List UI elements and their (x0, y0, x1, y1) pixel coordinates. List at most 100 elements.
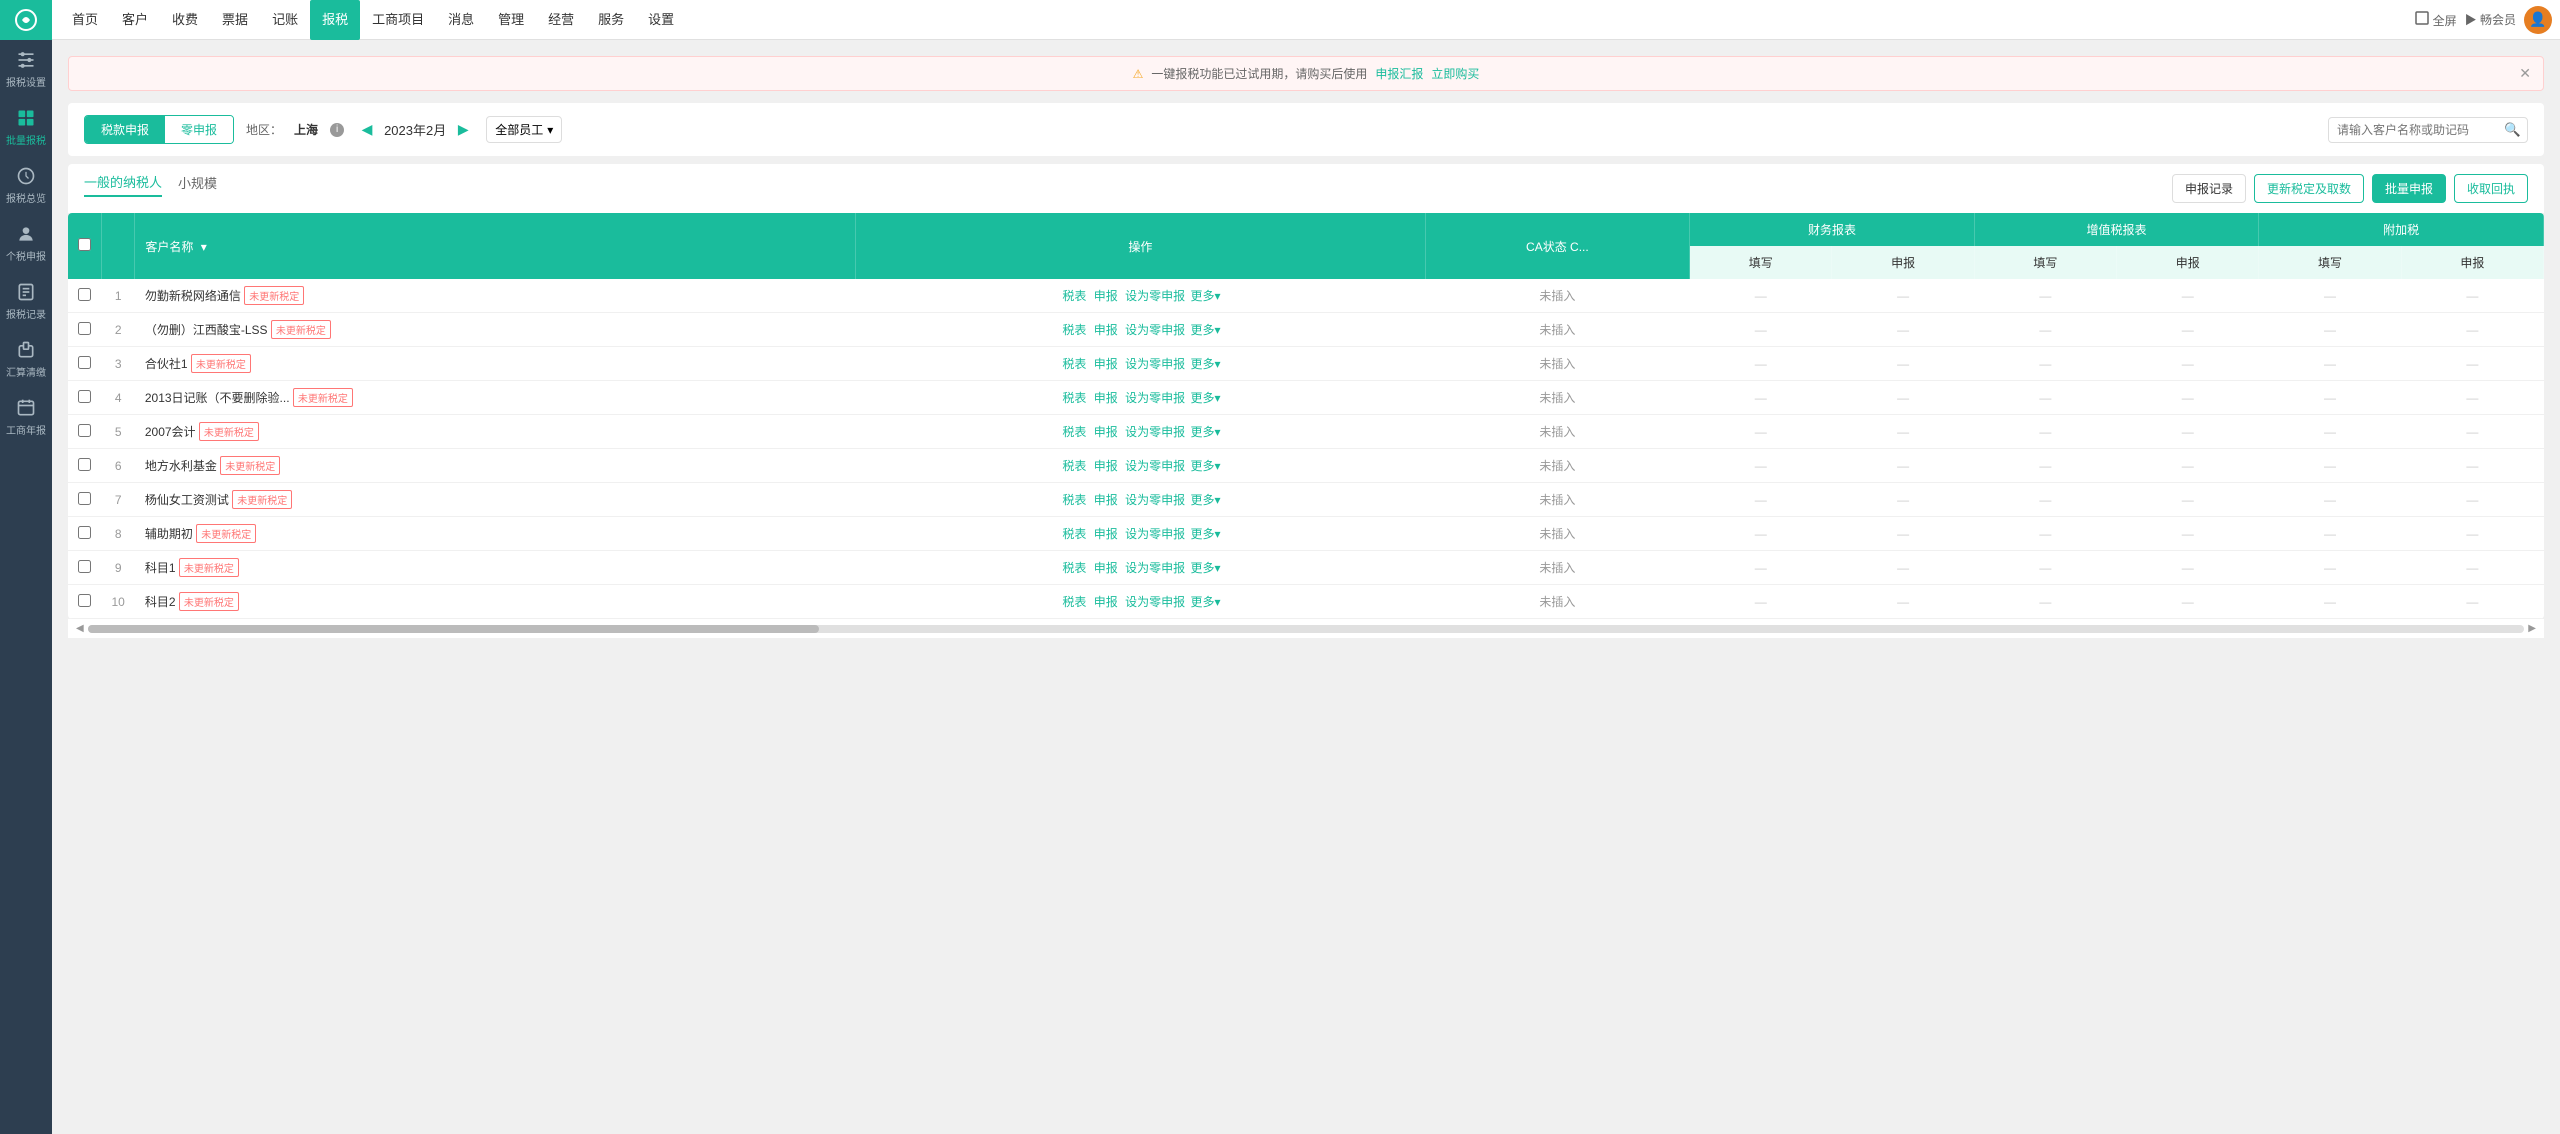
search-input[interactable] (2329, 119, 2498, 141)
tab-general-taxpayer[interactable]: 一般的纳税人 (84, 172, 162, 197)
row-checkbox-0[interactable] (78, 288, 91, 301)
member-btn[interactable]: ▶ 畅会员 (2465, 11, 2516, 28)
date-next-btn[interactable]: ▶ (452, 119, 474, 141)
sidebar-logo[interactable] (0, 0, 52, 40)
op-taxform-1[interactable]: 税表 (1062, 323, 1086, 337)
op-more-7[interactable]: 更多▾ (1190, 527, 1220, 541)
op-declare-1[interactable]: 申报 (1094, 323, 1118, 337)
nav-service[interactable]: 服务 (586, 0, 636, 40)
sidebar-item-tax-records[interactable]: 报税记录 (0, 272, 52, 330)
op-zero-9[interactable]: 设为零申报 (1125, 595, 1185, 609)
staff-select[interactable]: 全部员工 ▾ (486, 116, 562, 143)
nav-tax[interactable]: 报税 (310, 0, 360, 40)
op-taxform-5[interactable]: 税表 (1062, 459, 1086, 473)
op-declare-6[interactable]: 申报 (1094, 493, 1118, 507)
bulk-declare-btn[interactable]: 批量申报 (2372, 174, 2446, 203)
region-info-icon[interactable]: i (330, 123, 344, 137)
op-zero-4[interactable]: 设为零申报 (1125, 425, 1185, 439)
op-more-2[interactable]: 更多▾ (1190, 357, 1220, 371)
withdraw-btn[interactable]: 收取回执 (2454, 174, 2528, 203)
op-more-0[interactable]: 更多▾ (1190, 289, 1220, 303)
sidebar-item-tax-overview[interactable]: 报税总览 (0, 156, 52, 214)
row-checkbox-2[interactable] (78, 356, 91, 369)
declare-record-btn[interactable]: 申报记录 (2172, 174, 2246, 203)
row-checkbox-9[interactable] (78, 594, 91, 607)
row-extra-fill-1: — (2259, 313, 2401, 347)
op-taxform-8[interactable]: 税表 (1062, 561, 1086, 575)
op-more-4[interactable]: 更多▾ (1190, 425, 1220, 439)
avatar[interactable]: 👤 (2524, 6, 2552, 34)
nav-business[interactable]: 工商项目 (360, 0, 436, 40)
op-more-3[interactable]: 更多▾ (1190, 391, 1220, 405)
declare-summary-link[interactable]: 申报汇报 (1375, 65, 1423, 82)
op-zero-7[interactable]: 设为零申报 (1125, 527, 1185, 541)
nav-bookkeeping[interactable]: 记账 (260, 0, 310, 40)
op-zero-6[interactable]: 设为零申报 (1125, 493, 1185, 507)
sidebar-item-personal-tax[interactable]: 个税申报 (0, 214, 52, 272)
nav-billing[interactable]: 收费 (160, 0, 210, 40)
sidebar-item-annual-report[interactable]: 工商年报 (0, 388, 52, 446)
scroll-right-btn[interactable]: ▶ (2524, 623, 2540, 634)
op-zero-0[interactable]: 设为零申报 (1125, 289, 1185, 303)
op-more-9[interactable]: 更多▾ (1190, 595, 1220, 609)
op-declare-3[interactable]: 申报 (1094, 391, 1118, 405)
sort-icon[interactable]: ▾ (201, 240, 207, 254)
op-more-1[interactable]: 更多▾ (1190, 323, 1220, 337)
nav-invoice[interactable]: 票据 (210, 0, 260, 40)
search-button[interactable]: 🔍 (2498, 118, 2527, 142)
op-taxform-9[interactable]: 税表 (1062, 595, 1086, 609)
nav-client[interactable]: 客户 (110, 0, 160, 40)
op-more-6[interactable]: 更多▾ (1190, 493, 1220, 507)
buy-now-link[interactable]: 立即购买 (1431, 65, 1479, 82)
nav-operations[interactable]: 经营 (536, 0, 586, 40)
op-zero-1[interactable]: 设为零申报 (1125, 323, 1185, 337)
date-prev-btn[interactable]: ◀ (356, 119, 378, 141)
banner-close-btn[interactable]: ✕ (2519, 65, 2531, 82)
row-tax-fill-4: — (1974, 415, 2116, 449)
scroll-left-btn[interactable]: ◀ (72, 623, 88, 634)
sidebar-item-tax-settings[interactable]: 报税设置 (0, 40, 52, 98)
op-more-5[interactable]: 更多▾ (1190, 459, 1220, 473)
row-checkbox-6[interactable] (78, 492, 91, 505)
op-zero-2[interactable]: 设为零申报 (1125, 357, 1185, 371)
op-taxform-7[interactable]: 税表 (1062, 527, 1086, 541)
row-extra-fill-7: — (2259, 517, 2401, 551)
op-declare-4[interactable]: 申报 (1094, 425, 1118, 439)
op-declare-9[interactable]: 申报 (1094, 595, 1118, 609)
op-declare-7[interactable]: 申报 (1094, 527, 1118, 541)
op-declare-8[interactable]: 申报 (1094, 561, 1118, 575)
row-checkbox-3[interactable] (78, 390, 91, 403)
op-zero-5[interactable]: 设为零申报 (1125, 459, 1185, 473)
op-taxform-3[interactable]: 税表 (1062, 391, 1086, 405)
tab-zero-declare[interactable]: 零申报 (165, 116, 233, 143)
sidebar-item-bulk-tax[interactable]: 批量报税 (0, 98, 52, 156)
row-checkbox-4[interactable] (78, 424, 91, 437)
op-zero-3[interactable]: 设为零申报 (1125, 391, 1185, 405)
op-declare-0[interactable]: 申报 (1094, 289, 1118, 303)
op-taxform-6[interactable]: 税表 (1062, 493, 1086, 507)
row-checkbox-7[interactable] (78, 526, 91, 539)
bottom-scrollbar[interactable]: ◀ ▶ (68, 619, 2544, 638)
op-taxform-4[interactable]: 税表 (1062, 425, 1086, 439)
sidebar-item-accounting[interactable]: 汇算清缴 (0, 330, 52, 388)
row-checkbox-1[interactable] (78, 322, 91, 335)
op-declare-5[interactable]: 申报 (1094, 459, 1118, 473)
nav-message[interactable]: 消息 (436, 0, 486, 40)
op-declare-2[interactable]: 申报 (1094, 357, 1118, 371)
update-params-btn[interactable]: 更新税定及取数 (2254, 174, 2364, 203)
row-checkbox-8[interactable] (78, 560, 91, 573)
op-more-8[interactable]: 更多▾ (1190, 561, 1220, 575)
nav-settings[interactable]: 设置 (636, 0, 686, 40)
op-zero-8[interactable]: 设为零申报 (1125, 561, 1185, 575)
row-checkbox-5[interactable] (78, 458, 91, 471)
op-taxform-2[interactable]: 税表 (1062, 357, 1086, 371)
row-fin-declare-1: — (1832, 313, 1974, 347)
scroll-track[interactable] (88, 625, 2525, 633)
nav-home[interactable]: 首页 (60, 0, 110, 40)
nav-manage[interactable]: 管理 (486, 0, 536, 40)
select-all-checkbox[interactable] (78, 238, 91, 251)
tab-tax-declare[interactable]: 税款申报 (85, 116, 165, 143)
fullscreen-btn[interactable]: 全屏 (2415, 11, 2456, 29)
tab-small-scale[interactable]: 小规模 (178, 173, 217, 196)
op-taxform-0[interactable]: 税表 (1062, 289, 1086, 303)
